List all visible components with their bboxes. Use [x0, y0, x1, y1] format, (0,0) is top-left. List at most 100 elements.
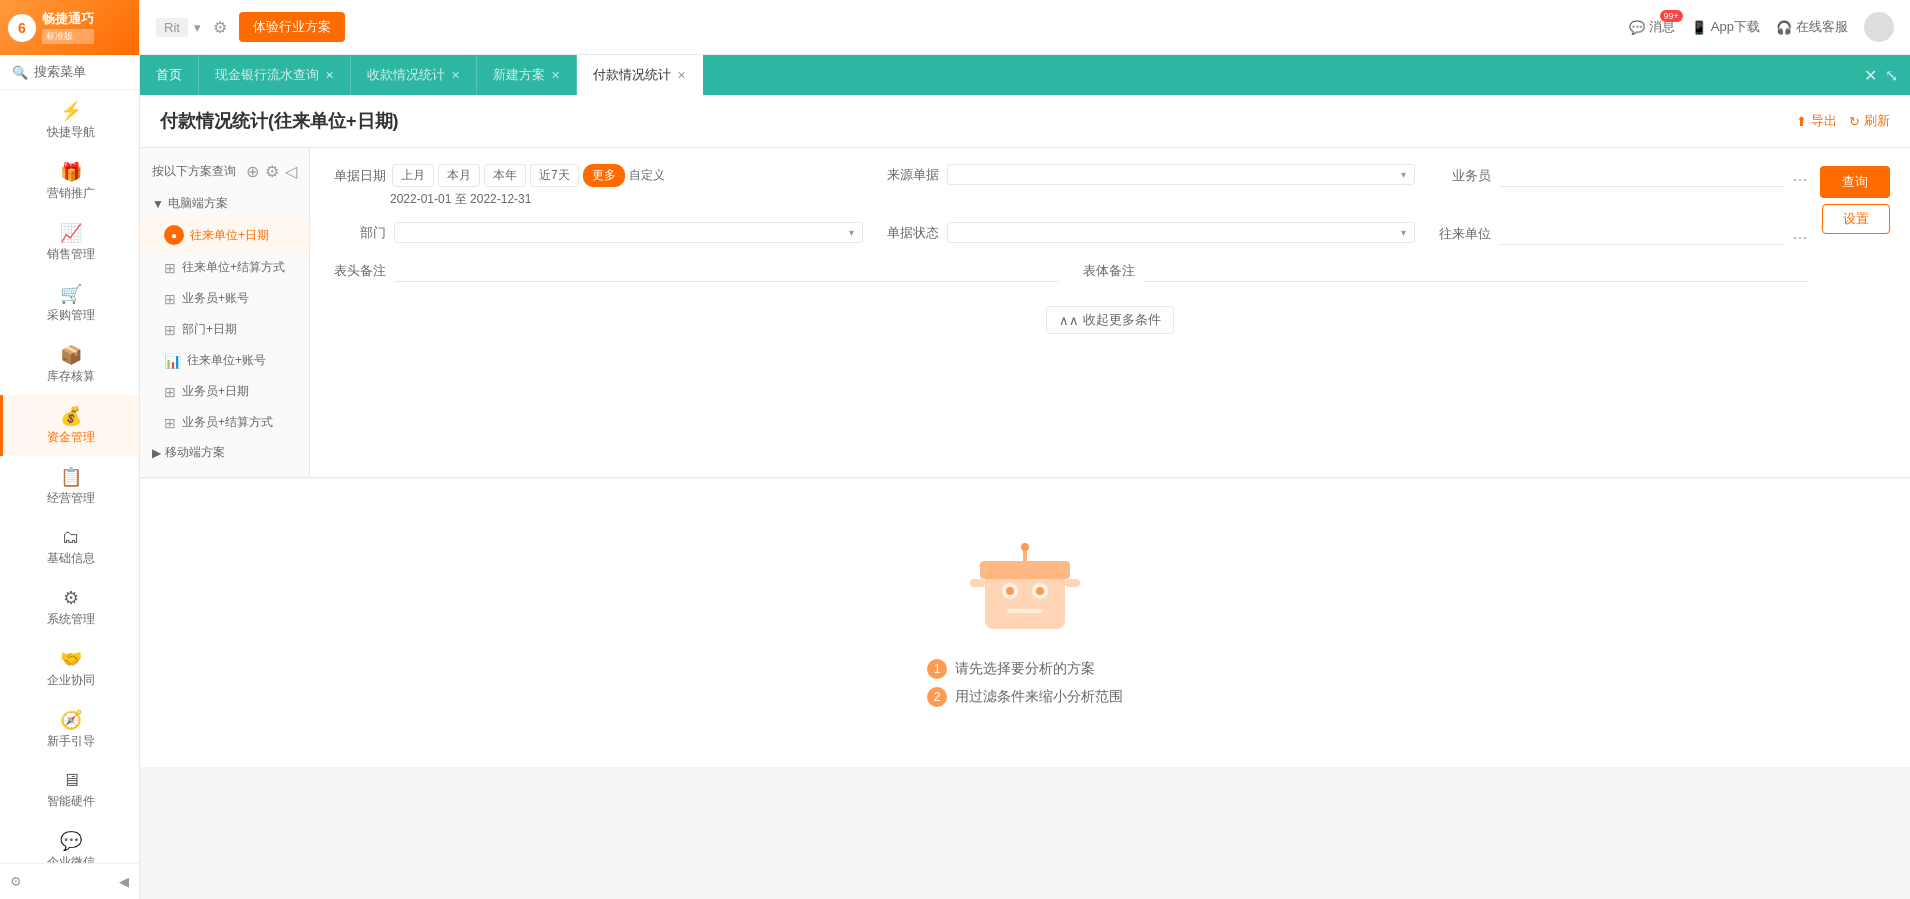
collapse-row: ∧∧ 收起更多条件 — [330, 296, 1890, 344]
tab-minimize-icon[interactable]: ✕ — [1864, 66, 1877, 85]
mobile-group-header[interactable]: ▶ 移动端方案 — [140, 438, 309, 467]
date-this-month[interactable]: 本月 — [438, 164, 480, 187]
collapse-up-icon: ∧∧ — [1059, 313, 1079, 328]
filter-row-3: 表头备注 表体备注 — [330, 259, 1808, 282]
status-arrow-icon: ▾ — [1401, 227, 1406, 238]
enterprise-icon: 🤝 — [60, 648, 82, 670]
tab-payment-stats[interactable]: 付款情况统计 ✕ — [577, 55, 703, 95]
source-filter-group: 来源单据 ▾ — [883, 164, 1416, 185]
sidebar-item-marketing[interactable]: 🎁 营销推广 — [0, 151, 139, 212]
export-button[interactable]: ⬆ 导出 — [1796, 112, 1837, 130]
search-menu[interactable]: 🔍 搜索菜单 — [0, 55, 139, 90]
svg-rect-10 — [1065, 579, 1080, 587]
date-last-month[interactable]: 上月 — [392, 164, 434, 187]
page-header: 付款情况统计(往来单位+日期) ⬆ 导出 ↻ 刷新 — [140, 95, 1910, 148]
scheme-dept-date[interactable]: ⊞ 部门+日期 — [140, 314, 309, 345]
message-action[interactable]: 💬 消息 99+ — [1629, 18, 1675, 36]
scheme-table-icon2: ⊞ — [164, 291, 176, 307]
svg-point-8 — [1021, 543, 1029, 551]
filter-row-2: 部门 ▾ 单据状态 ▾ — [330, 222, 1808, 245]
sidebar-item-quick-nav[interactable]: ⚡ 快捷导航 — [0, 90, 139, 151]
note2-input[interactable] — [1143, 259, 1808, 282]
refresh-button[interactable]: ↻ 刷新 — [1849, 112, 1890, 130]
tab-close-payment-stats[interactable]: ✕ — [677, 69, 686, 82]
collapse-scheme-icon[interactable]: ◁ — [285, 162, 297, 181]
refresh-icon: ↻ — [1849, 114, 1860, 129]
partner-more-icon[interactable]: … — [1792, 225, 1808, 243]
dept-filter-group: 部门 ▾ — [330, 222, 863, 243]
inventory-icon: 📦 — [60, 344, 82, 366]
scheme-partner-account[interactable]: 📊 往来单位+账号 — [140, 345, 309, 376]
logo-icon: 6 — [8, 14, 36, 42]
sidebar-item-weixin[interactable]: 💬 企业微信 — [0, 820, 139, 863]
svg-point-4 — [1006, 587, 1014, 595]
tab-cash-flow[interactable]: 现金银行流水查询 ✕ — [199, 55, 351, 95]
partner-input[interactable] — [1499, 222, 1784, 245]
source-label: 来源单据 — [883, 166, 939, 184]
filter-scheme-sidebar: 按以下方案查询 ⊕ ⚙ ◁ ▼ 电脑端方案 ● 往来单位+日期 — [140, 148, 310, 477]
quick-nav-icon: ⚡ — [60, 100, 82, 122]
message-icon: 💬 — [1629, 20, 1645, 35]
date-custom[interactable]: 自定义 — [629, 167, 665, 184]
date-7days[interactable]: 近7天 — [530, 164, 579, 187]
source-select[interactable]: ▾ — [947, 164, 1416, 185]
sidebar-item-hardware[interactable]: 🖥 智能硬件 — [0, 760, 139, 820]
export-icon: ⬆ — [1796, 114, 1807, 129]
sidebar-item-operation[interactable]: 📋 经营管理 — [0, 456, 139, 517]
scheme-table-icon3: ⊞ — [164, 322, 176, 338]
status-select[interactable]: ▾ — [947, 222, 1416, 243]
service-action[interactable]: 🎧 在线客服 — [1776, 18, 1848, 36]
desktop-group-header[interactable]: ▼ 电脑端方案 — [140, 189, 309, 218]
main-area: Rit ▾ ⚙ 体验行业方案 💬 消息 99+ 📱 App下载 🎧 在线客服 — [140, 0, 1910, 899]
sidebar-item-sales[interactable]: 📈 销售管理 — [0, 212, 139, 273]
collapse-button[interactable]: ∧∧ 收起更多条件 — [1046, 306, 1174, 334]
scheme-partner-payment[interactable]: ⊞ 往来单位+结算方式 — [140, 252, 309, 283]
note2-label: 表体备注 — [1079, 262, 1135, 280]
tab-maximize-icon[interactable]: ⤡ — [1885, 66, 1898, 85]
tab-close-cash-flow[interactable]: ✕ — [325, 69, 334, 82]
logo-text: 畅捷通巧 标准版 — [42, 11, 94, 44]
company-selector[interactable]: Rit ▾ — [156, 18, 201, 37]
user-avatar[interactable] — [1864, 12, 1894, 42]
scheme-staff-payment[interactable]: ⊞ 业务员+结算方式 — [140, 407, 309, 438]
sidebar-item-fund[interactable]: 💰 资金管理 — [0, 395, 139, 456]
scheme-sidebar-header: 按以下方案查询 ⊕ ⚙ ◁ — [140, 158, 309, 189]
staff-input[interactable] — [1499, 164, 1784, 187]
settings-scheme-icon[interactable]: ⚙ — [265, 162, 279, 181]
sidebar-item-purchase[interactable]: 🛒 采购管理 — [0, 273, 139, 334]
sidebar-item-basic[interactable]: 🗂 基础信息 — [0, 517, 139, 577]
dept-select[interactable]: ▾ — [394, 222, 863, 243]
filter-row-1: 单据日期 上月 本月 本年 近7天 更多 自定义 — [330, 164, 1808, 208]
filter-settings-button[interactable]: 设置 — [1822, 204, 1890, 234]
tab-home[interactable]: 首页 — [140, 55, 199, 95]
note1-input[interactable] — [394, 259, 1059, 282]
tabbar: 首页 现金银行流水查询 ✕ 收款情况统计 ✕ 新建方案 ✕ 付款情况统计 ✕ ✕… — [140, 55, 1910, 95]
sidebar-item-inventory[interactable]: 📦 库存核算 — [0, 334, 139, 395]
date-more[interactable]: 更多 — [583, 164, 625, 187]
scheme-partner-date[interactable]: ● 往来单位+日期 — [140, 218, 309, 252]
purchase-icon: 🛒 — [60, 283, 82, 305]
date-this-year[interactable]: 本年 — [484, 164, 526, 187]
tab-receipt-stats[interactable]: 收款情况统计 ✕ — [351, 55, 477, 95]
footer-collapse-icon[interactable]: ◀ — [119, 874, 129, 889]
footer-settings-icon[interactable]: ⚙ — [10, 874, 22, 889]
add-scheme-icon[interactable]: ⊕ — [246, 162, 259, 181]
staff-more-icon[interactable]: … — [1792, 167, 1808, 185]
scheme-staff-account[interactable]: ⊞ 业务员+账号 — [140, 283, 309, 314]
scheme-staff-date[interactable]: ⊞ 业务员+日期 — [140, 376, 309, 407]
tab-close-new-scheme[interactable]: ✕ — [551, 69, 560, 82]
page-content: 付款情况统计(往来单位+日期) ⬆ 导出 ↻ 刷新 按以下方案查询 ⊕ — [140, 95, 1910, 899]
sidebar-item-guide[interactable]: 🧭 新手引导 — [0, 699, 139, 760]
settings-icon[interactable]: ⚙ — [213, 18, 227, 37]
company-name: Rit — [156, 18, 188, 37]
marketing-icon: 🎁 — [60, 161, 82, 183]
tab-new-scheme[interactable]: 新建方案 ✕ — [477, 55, 577, 95]
app-icon: 📱 — [1691, 20, 1707, 35]
query-button[interactable]: 查询 — [1820, 166, 1890, 198]
trial-button[interactable]: 体验行业方案 — [239, 12, 345, 42]
sidebar-item-enterprise[interactable]: 🤝 企业协同 — [0, 638, 139, 699]
app-download-action[interactable]: 📱 App下载 — [1691, 18, 1760, 36]
scheme-table-icon: ⊞ — [164, 260, 176, 276]
sidebar-item-system[interactable]: ⚙ 系统管理 — [0, 577, 139, 638]
tab-close-receipt-stats[interactable]: ✕ — [451, 69, 460, 82]
